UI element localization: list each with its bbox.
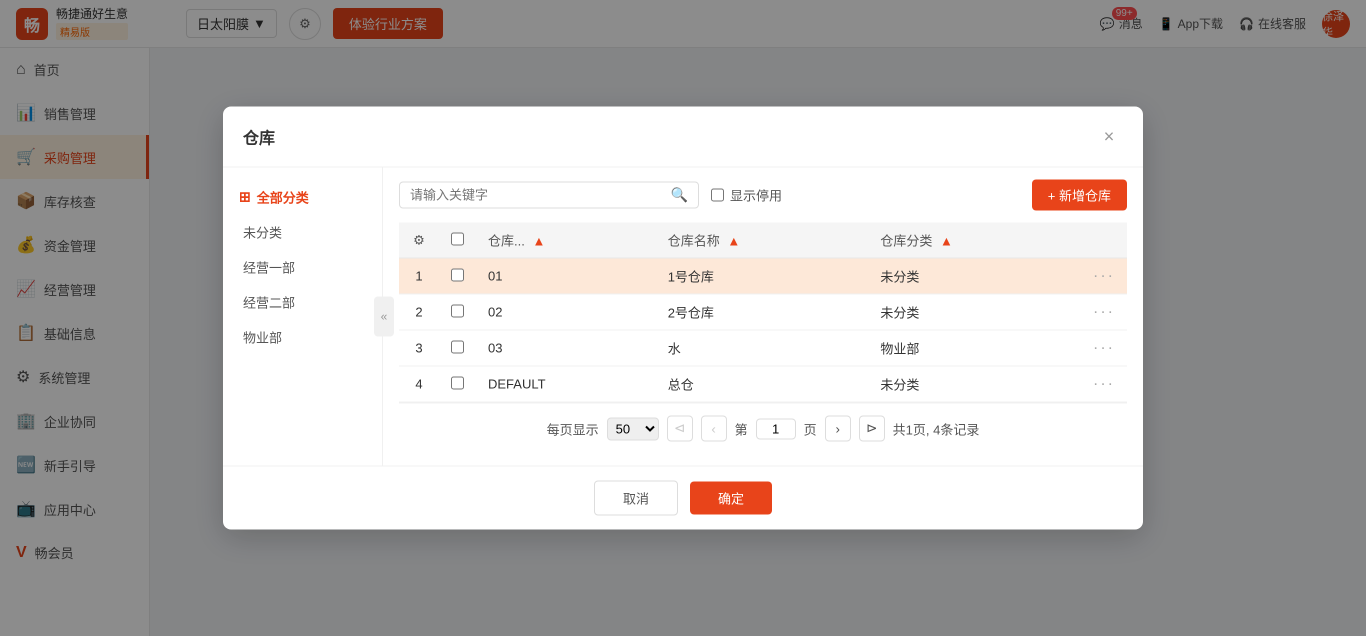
row-category: 未分类 (868, 366, 1081, 402)
page-unit: 页 (804, 419, 817, 438)
action-dots-icon[interactable]: ··· (1093, 303, 1115, 320)
collapse-panel-button[interactable]: « (374, 297, 394, 337)
show-disabled-check[interactable] (711, 189, 724, 202)
col-actions (1081, 223, 1127, 259)
confirm-button[interactable]: 确定 (690, 482, 772, 515)
category-item-unclassified[interactable]: 未分类 (223, 215, 382, 250)
last-page-button[interactable]: ⊳ (859, 416, 885, 442)
col-checkbox (439, 223, 476, 259)
search-input[interactable] (410, 188, 671, 203)
row-actions[interactable]: ··· (1081, 366, 1127, 402)
warehouse-modal: 仓库 × ⊞ 全部分类 未分类 经营一部 经营二部 物业部 « 🔍 (223, 107, 1143, 530)
row-code: 01 (476, 258, 656, 294)
warehouse-table: ⚙ 仓库... ▲ 仓库名称 ▲ (399, 223, 1127, 403)
select-all-checkbox[interactable] (451, 232, 464, 245)
modal-title: 仓库 (243, 125, 275, 149)
next-page-button[interactable]: › (825, 416, 851, 442)
modal-body: ⊞ 全部分类 未分类 经营一部 经营二部 物业部 « 🔍 显示停用 (223, 168, 1143, 466)
action-dots-icon[interactable]: ··· (1093, 267, 1115, 284)
prev-page-button[interactable]: ‹ (701, 416, 727, 442)
page-label: 第 (735, 419, 748, 438)
grid-icon: ⊞ (239, 189, 251, 206)
row-checkbox[interactable] (439, 294, 476, 330)
col-category[interactable]: 仓库分类 ▲ (868, 223, 1081, 259)
row-name: 1号仓库 (656, 258, 869, 294)
page-number-input[interactable] (756, 418, 796, 439)
modal-footer: 取消 确定 (223, 466, 1143, 530)
action-dots-icon[interactable]: ··· (1093, 339, 1115, 356)
category-item-property[interactable]: 物业部 (223, 320, 382, 355)
row-category: 未分类 (868, 258, 1081, 294)
row-checkbox[interactable] (439, 366, 476, 402)
table-row[interactable]: 2 02 2号仓库 未分类 ··· (399, 294, 1127, 330)
row-checkbox[interactable] (439, 330, 476, 366)
row-index: 3 (399, 330, 439, 366)
table-body: 1 01 1号仓库 未分类 ··· 2 02 2号仓库 未分类 (399, 258, 1127, 402)
col-code[interactable]: 仓库... ▲ (476, 223, 656, 259)
all-category-label: 全部分类 (257, 188, 309, 207)
cancel-button[interactable]: 取消 (594, 481, 678, 516)
row-checkbox[interactable] (439, 258, 476, 294)
all-category-item[interactable]: ⊞ 全部分类 (223, 180, 382, 215)
toolbar: 🔍 显示停用 + 新增仓库 (399, 180, 1127, 211)
sort-code-icon: ▲ (532, 234, 545, 249)
row-name: 总仓 (656, 366, 869, 402)
page-size-select[interactable]: 10 20 50 100 (607, 417, 659, 440)
search-icon[interactable]: 🔍 (671, 187, 688, 204)
row-category: 物业部 (868, 330, 1081, 366)
row-actions[interactable]: ··· (1081, 294, 1127, 330)
row-index: 2 (399, 294, 439, 330)
row-code: 02 (476, 294, 656, 330)
table-header: ⚙ 仓库... ▲ 仓库名称 ▲ (399, 223, 1127, 259)
table-row[interactable]: 1 01 1号仓库 未分类 ··· (399, 258, 1127, 294)
modal-close-button[interactable]: × (1095, 123, 1123, 151)
col-name[interactable]: 仓库名称 ▲ (656, 223, 869, 259)
table-row[interactable]: 3 03 水 物业部 ··· (399, 330, 1127, 366)
category-item-ops1[interactable]: 经营一部 (223, 250, 382, 285)
new-warehouse-button[interactable]: + 新增仓库 (1032, 180, 1127, 211)
row-index: 1 (399, 258, 439, 294)
total-info: 共1页, 4条记录 (893, 419, 980, 438)
sort-name-icon: ▲ (727, 234, 740, 249)
right-panel: 🔍 显示停用 + 新增仓库 ⚙ (383, 168, 1143, 466)
row-code: DEFAULT (476, 366, 656, 402)
category-item-ops2[interactable]: 经营二部 (223, 285, 382, 320)
row-name: 水 (656, 330, 869, 366)
table-row[interactable]: 4 DEFAULT 总仓 未分类 ··· (399, 366, 1127, 402)
action-dots-icon[interactable]: ··· (1093, 375, 1115, 392)
row-name: 2号仓库 (656, 294, 869, 330)
col-setting: ⚙ (399, 223, 439, 259)
search-box: 🔍 (399, 182, 699, 209)
row-index: 4 (399, 366, 439, 402)
category-panel: ⊞ 全部分类 未分类 经营一部 经营二部 物业部 « (223, 168, 383, 466)
show-disabled-checkbox[interactable]: 显示停用 (711, 186, 782, 205)
row-actions[interactable]: ··· (1081, 258, 1127, 294)
modal-header: 仓库 × (223, 107, 1143, 168)
pagination: 每页显示 10 20 50 100 ⊲ ‹ 第 页 › ⊳ 共1页, 4条记录 (399, 403, 1127, 454)
first-page-button[interactable]: ⊲ (667, 416, 693, 442)
row-category: 未分类 (868, 294, 1081, 330)
sort-category-icon: ▲ (940, 234, 953, 249)
table-wrapper: ⚙ 仓库... ▲ 仓库名称 ▲ (399, 223, 1127, 403)
row-code: 03 (476, 330, 656, 366)
row-actions[interactable]: ··· (1081, 330, 1127, 366)
